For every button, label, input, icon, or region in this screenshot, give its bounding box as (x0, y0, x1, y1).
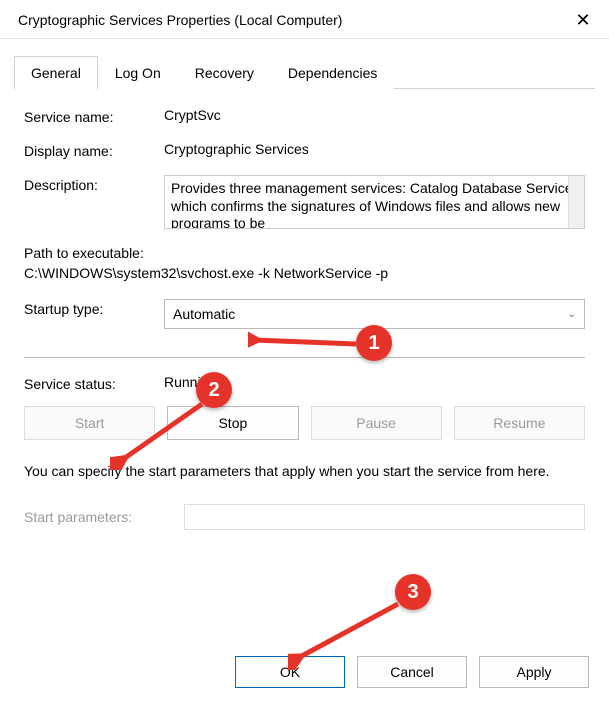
dialog-content: General Log On Recovery Dependencies Ser… (0, 39, 609, 540)
chevron-down-icon: ⌄ (568, 309, 576, 320)
row-description: Description: Provides three management s… (24, 175, 585, 229)
annotation-bubble-1: 1 (356, 325, 392, 361)
path-block: Path to executable: C:\WINDOWS\system32\… (24, 245, 585, 281)
parameters-hint: You can specify the start parameters tha… (24, 462, 585, 482)
general-panel: Service name: CryptSvc Display name: Cry… (14, 89, 595, 540)
tab-recovery[interactable]: Recovery (178, 56, 271, 89)
stop-button[interactable]: Stop (167, 406, 298, 440)
label-service-status: Service status: (24, 374, 164, 392)
ok-button[interactable]: OK (235, 656, 345, 688)
value-service-name: CryptSvc (164, 107, 585, 123)
label-service-name: Service name: (24, 107, 164, 125)
dialog-button-row: OK Cancel Apply (235, 656, 589, 688)
apply-button[interactable]: Apply (479, 656, 589, 688)
value-startup-type: Automatic (173, 306, 235, 322)
title-bar: Cryptographic Services Properties (Local… (0, 0, 609, 39)
resume-button: Resume (454, 406, 585, 440)
value-description: Provides three management services: Cata… (171, 180, 576, 229)
label-start-parameters: Start parameters: (24, 509, 184, 525)
annotation-bubble-3: 3 (395, 574, 431, 610)
close-icon[interactable]: ✕ (571, 8, 595, 32)
row-start-parameters: Start parameters: (24, 504, 585, 530)
value-display-name: Cryptographic Services (164, 141, 585, 157)
description-scrollbar[interactable] (568, 176, 584, 228)
row-service-name: Service name: CryptSvc (24, 107, 585, 125)
tab-logon[interactable]: Log On (98, 56, 178, 89)
label-startup-type: Startup type: (24, 299, 164, 317)
label-path: Path to executable: (24, 245, 585, 261)
window-title: Cryptographic Services Properties (Local… (18, 12, 342, 28)
description-box[interactable]: Provides three management services: Cata… (164, 175, 585, 229)
row-startup-type: Startup type: Automatic ⌄ (24, 299, 585, 329)
start-parameters-input (184, 504, 585, 530)
label-display-name: Display name: (24, 141, 164, 159)
tab-general[interactable]: General (14, 56, 98, 89)
tab-dependencies[interactable]: Dependencies (271, 56, 395, 89)
pause-button: Pause (311, 406, 442, 440)
start-button: Start (24, 406, 155, 440)
value-path: C:\WINDOWS\system32\svchost.exe -k Netwo… (24, 265, 585, 281)
separator (24, 357, 585, 358)
cancel-button[interactable]: Cancel (357, 656, 467, 688)
row-service-status: Service status: Running (24, 374, 585, 392)
label-description: Description: (24, 175, 164, 193)
tab-strip: General Log On Recovery Dependencies (14, 55, 595, 89)
annotation-bubble-2: 2 (196, 372, 232, 408)
service-button-row: Start Stop Pause Resume (24, 406, 585, 440)
row-display-name: Display name: Cryptographic Services (24, 141, 585, 159)
